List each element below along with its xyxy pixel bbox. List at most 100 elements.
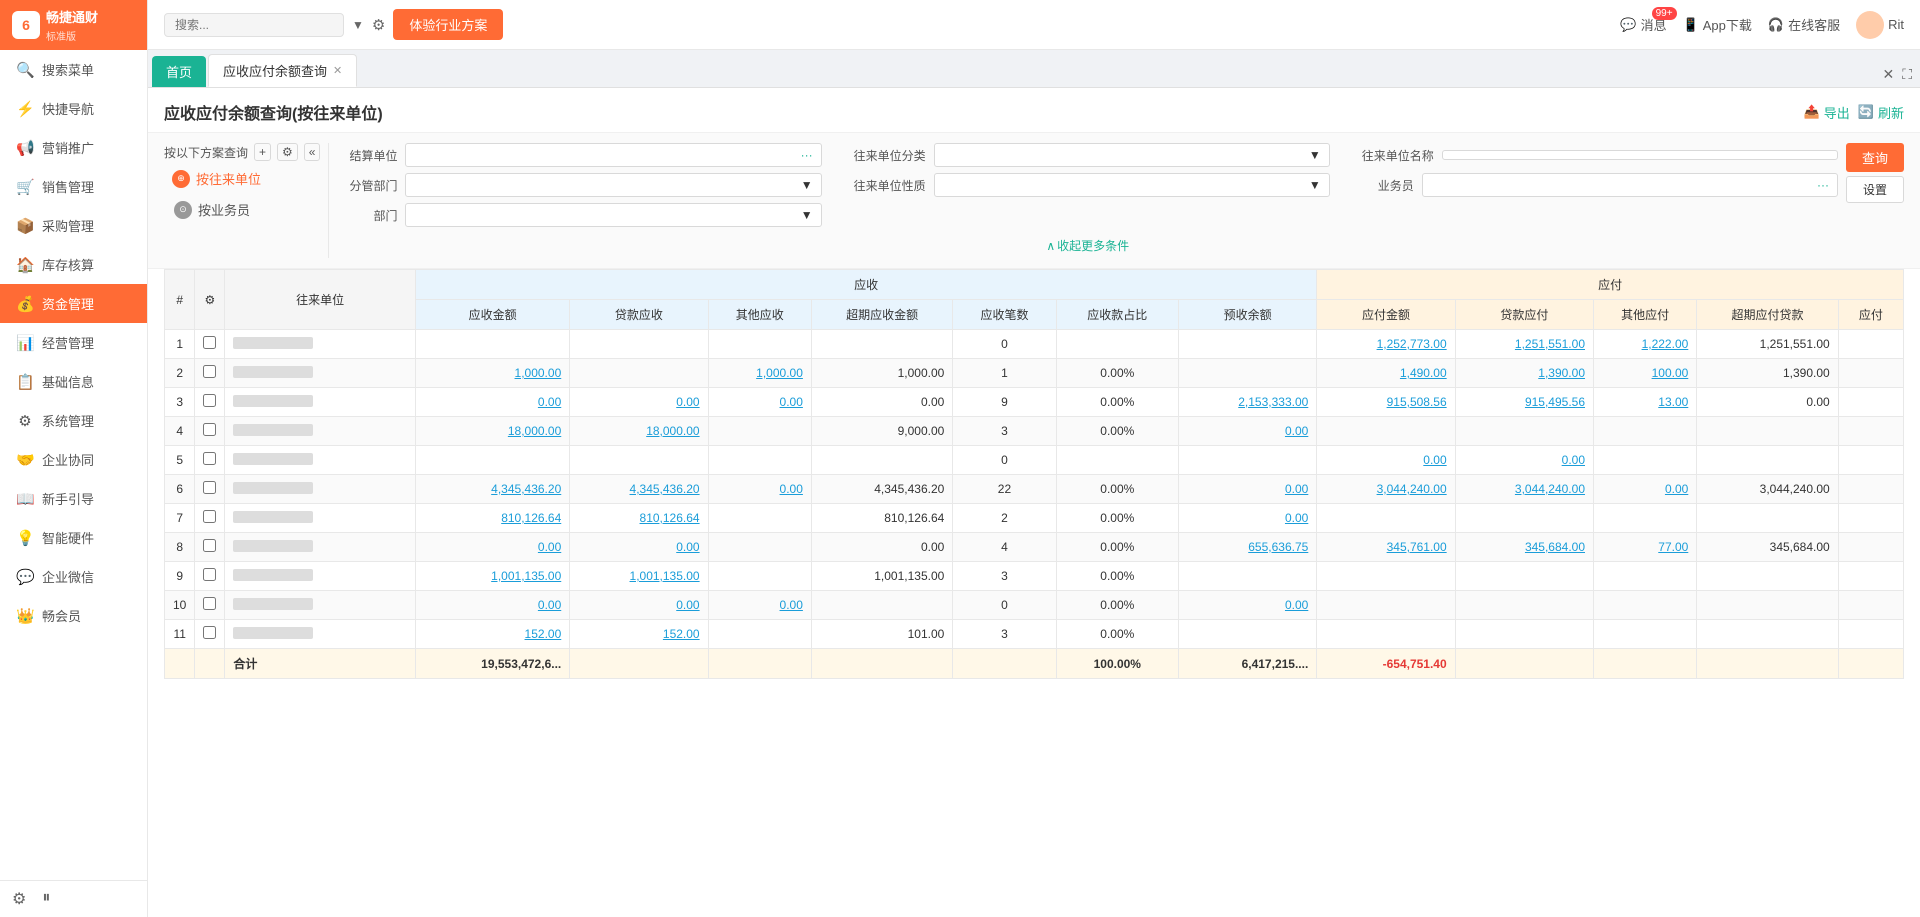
- row-ar-loan[interactable]: [570, 359, 708, 388]
- row-ar-amount[interactable]: [416, 446, 570, 475]
- collapse-icon[interactable]: ⏸: [42, 889, 50, 909]
- sidebar-item-销售管理[interactable]: 🛒销售管理: [0, 167, 147, 206]
- sidebar-item-畅会员[interactable]: 👑畅会员: [0, 596, 147, 635]
- row-ar-loan[interactable]: 0.00: [570, 591, 708, 620]
- row-prepaid[interactable]: [1178, 330, 1316, 359]
- category-select[interactable]: ▼: [934, 143, 1330, 167]
- row-ar-amount[interactable]: 1,001,135.00: [416, 562, 570, 591]
- settings-icon[interactable]: ⚙: [12, 889, 26, 909]
- sidebar-item-库存核算[interactable]: 🏠库存核算: [0, 245, 147, 284]
- row-prepaid[interactable]: [1178, 359, 1316, 388]
- row-ar-other[interactable]: [708, 417, 811, 446]
- row-ap-loan[interactable]: [1455, 591, 1593, 620]
- row-ar-other[interactable]: 0.00: [708, 388, 811, 417]
- tab-close-window-icon[interactable]: ✕: [1882, 66, 1894, 83]
- sidebar-item-营销推广[interactable]: 📢营销推广: [0, 128, 147, 167]
- row-check[interactable]: [195, 504, 225, 533]
- row-check[interactable]: [195, 446, 225, 475]
- row-prepaid[interactable]: 2,153,333.00: [1178, 388, 1316, 417]
- row-ar-amount[interactable]: 18,000.00: [416, 417, 570, 446]
- row-ap-amount[interactable]: 3,044,240.00: [1317, 475, 1455, 504]
- row-prepaid[interactable]: 0.00: [1178, 504, 1316, 533]
- user-avatar[interactable]: Rit: [1856, 11, 1904, 39]
- sidebar-item-新手引导[interactable]: 📖新手引导: [0, 479, 147, 518]
- row-ap-loan[interactable]: [1455, 620, 1593, 649]
- add-scheme-icon[interactable]: +: [254, 143, 271, 161]
- row-ar-loan[interactable]: 1,001,135.00: [570, 562, 708, 591]
- row-ap-amount[interactable]: 1,252,773.00: [1317, 330, 1455, 359]
- row-ar-amount[interactable]: 152.00: [416, 620, 570, 649]
- row-prepaid[interactable]: 0.00: [1178, 475, 1316, 504]
- messages-btn[interactable]: 💬 消息 99+: [1620, 15, 1666, 34]
- row-ap-loan[interactable]: 345,684.00: [1455, 533, 1593, 562]
- col-settings-header[interactable]: ⚙: [195, 270, 225, 330]
- row-ap-other[interactable]: [1594, 620, 1697, 649]
- row-prepaid[interactable]: 655,636.75: [1178, 533, 1316, 562]
- row-check[interactable]: [195, 562, 225, 591]
- row-ar-loan[interactable]: [570, 446, 708, 475]
- row-ap-other[interactable]: [1594, 562, 1697, 591]
- sidebar-item-采购管理[interactable]: 📦采购管理: [0, 206, 147, 245]
- row-ap-amount[interactable]: [1317, 562, 1455, 591]
- row-check[interactable]: [195, 388, 225, 417]
- query-btn[interactable]: 查询: [1846, 143, 1904, 172]
- row-ap-amount[interactable]: [1317, 620, 1455, 649]
- salesperson-input[interactable]: ···: [1422, 173, 1838, 197]
- row-ap-loan[interactable]: [1455, 504, 1593, 533]
- row-ar-loan[interactable]: 0.00: [570, 533, 708, 562]
- collapse-btn[interactable]: ∧ 收起更多条件: [1046, 237, 1129, 254]
- sidebar-item-资金管理[interactable]: 💰资金管理: [0, 284, 147, 323]
- tab-expand-icon[interactable]: ⛶: [1902, 66, 1912, 83]
- row-ar-other[interactable]: [708, 446, 811, 475]
- row-ap-amount[interactable]: [1317, 591, 1455, 620]
- nature-select[interactable]: ▼: [934, 173, 1330, 197]
- sidebar-item-基础信息[interactable]: 📋基础信息: [0, 362, 147, 401]
- export-btn[interactable]: 📤 导出: [1804, 103, 1850, 122]
- scheme-by-unit[interactable]: ⊕ 按往来单位: [164, 165, 320, 192]
- row-check[interactable]: [195, 591, 225, 620]
- row-ar-other[interactable]: 1,000.00: [708, 359, 811, 388]
- row-check[interactable]: [195, 620, 225, 649]
- row-check[interactable]: [195, 330, 225, 359]
- breadcrumb-input[interactable]: [164, 13, 344, 37]
- row-check[interactable]: [195, 417, 225, 446]
- sidebar-item-搜索菜单[interactable]: 🔍搜索菜单: [0, 50, 147, 89]
- row-ap-other[interactable]: 77.00: [1594, 533, 1697, 562]
- row-ar-amount[interactable]: 0.00: [416, 533, 570, 562]
- row-check[interactable]: [195, 359, 225, 388]
- dept-select[interactable]: ▼: [405, 173, 821, 197]
- row-ap-amount[interactable]: 1,490.00: [1317, 359, 1455, 388]
- sidebar-item-快捷导航[interactable]: ⚡快捷导航: [0, 89, 147, 128]
- scheme-collapse-icon[interactable]: «: [304, 143, 321, 161]
- row-ap-loan[interactable]: [1455, 417, 1593, 446]
- tab-home[interactable]: 首页: [152, 56, 206, 87]
- trial-btn[interactable]: 体验行业方案: [393, 9, 503, 40]
- setting-btn[interactable]: 设置: [1846, 176, 1904, 203]
- settings-gear-icon[interactable]: ⚙: [372, 16, 385, 34]
- sidebar-item-智能硬件[interactable]: 💡智能硬件: [0, 518, 147, 557]
- dropdown-icon[interactable]: ▼: [352, 18, 364, 32]
- row-check[interactable]: [195, 533, 225, 562]
- row-ap-other[interactable]: [1594, 591, 1697, 620]
- row-ap-loan[interactable]: [1455, 562, 1593, 591]
- row-ap-amount[interactable]: [1317, 504, 1455, 533]
- row-prepaid[interactable]: 0.00: [1178, 591, 1316, 620]
- row-ap-other[interactable]: 1,222.00: [1594, 330, 1697, 359]
- row-ar-other[interactable]: [708, 504, 811, 533]
- row-ar-amount[interactable]: 1,000.00: [416, 359, 570, 388]
- row-ap-other[interactable]: 100.00: [1594, 359, 1697, 388]
- row-ar-other[interactable]: [708, 330, 811, 359]
- unitname-input[interactable]: [1442, 150, 1838, 160]
- row-ar-loan[interactable]: 0.00: [570, 388, 708, 417]
- row-ar-amount[interactable]: 0.00: [416, 388, 570, 417]
- row-ar-other[interactable]: 0.00: [708, 591, 811, 620]
- row-check[interactable]: [195, 475, 225, 504]
- online-service-btn[interactable]: 🎧 在线客服: [1768, 15, 1840, 34]
- row-prepaid[interactable]: [1178, 562, 1316, 591]
- row-ap-amount[interactable]: [1317, 417, 1455, 446]
- scheme-settings-icon[interactable]: ⚙: [277, 143, 298, 161]
- settlement-input[interactable]: ···: [405, 143, 821, 167]
- row-ar-other[interactable]: [708, 562, 811, 591]
- sidebar-item-经营管理[interactable]: 📊经营管理: [0, 323, 147, 362]
- row-ar-other[interactable]: [708, 620, 811, 649]
